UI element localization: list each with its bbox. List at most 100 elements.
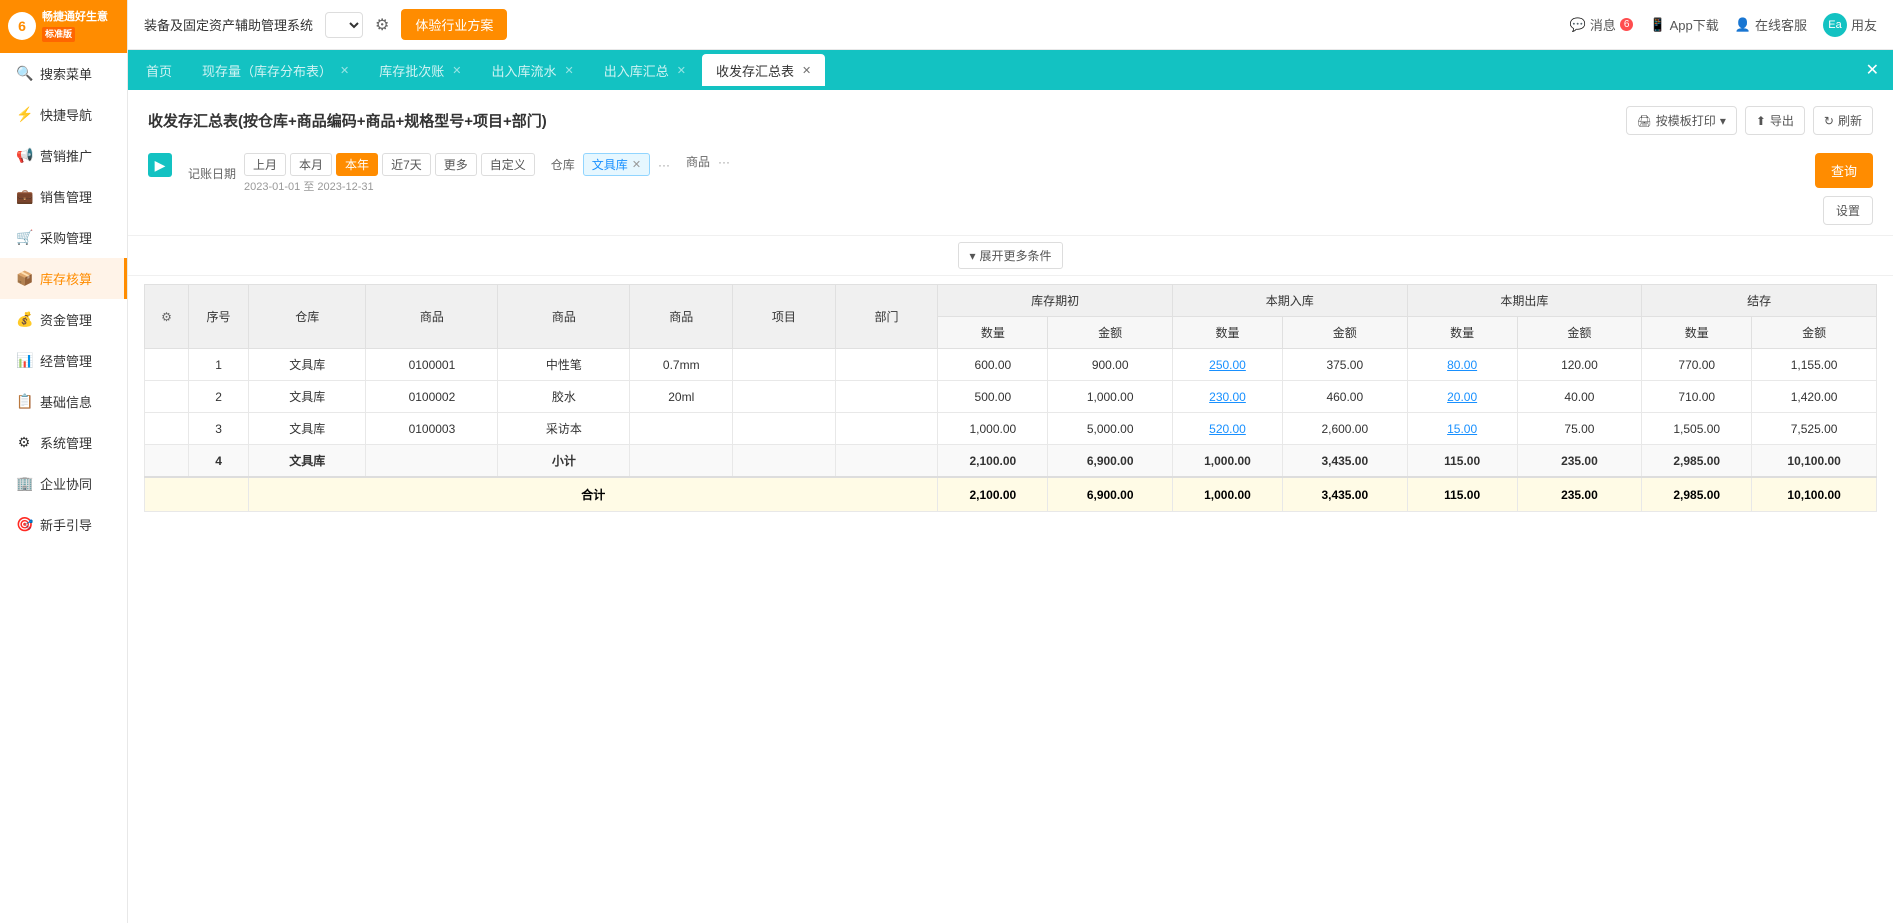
goods-more-icon[interactable]: ··· xyxy=(718,155,730,169)
tab-inout-summary[interactable]: 出入库汇总 ✕ xyxy=(590,54,700,86)
sidebar-item-operations[interactable]: 📊经营管理 xyxy=(0,340,127,381)
tab-batch[interactable]: 库存批次账✕ xyxy=(365,54,475,86)
th-in-qty: 数量 xyxy=(1173,317,1283,349)
sidebar-item-guide[interactable]: 🎯新手引导 xyxy=(0,504,127,545)
sidebar-label-corp: 企业协同 xyxy=(40,474,92,493)
cell-closing-amt-1: 1,420.00 xyxy=(1752,381,1877,413)
exp-btn[interactable]: 体验行业方案 xyxy=(401,9,507,40)
curr-month-btn[interactable]: 本月 xyxy=(290,153,332,176)
table-footer-row: 合计 2,100.00 6,900.00 1,000.00 3,435.00 1… xyxy=(145,477,1877,512)
quick-icon: ⚡ xyxy=(16,106,32,123)
cell-in-qty-2[interactable]: 520.00 xyxy=(1173,413,1283,445)
cell-out-amt-0: 120.00 xyxy=(1517,349,1642,381)
inventory-icon: 📦 xyxy=(16,270,32,287)
date-range-display: 2023-01-01 至 2023-12-31 xyxy=(244,178,535,194)
warehouse-tag-close[interactable]: ✕ xyxy=(632,158,641,171)
refresh-btn[interactable]: ↻ 刷新 xyxy=(1813,106,1873,135)
query-btn[interactable]: 查询 xyxy=(1815,153,1873,188)
table-settings-th[interactable]: ⚙ xyxy=(145,285,189,349)
sidebar-item-purchase[interactable]: 🛒采购管理 xyxy=(0,217,127,258)
cell-opening-qty-2: 1,000.00 xyxy=(938,413,1048,445)
tab-stock-dist[interactable]: 现存量（库存分布表）✕ xyxy=(188,54,363,86)
tab-close-stock-dist[interactable]: ✕ xyxy=(340,64,349,77)
footer-opening-amt: 6,900.00 xyxy=(1048,477,1173,512)
app-download-label: App下载 xyxy=(1670,15,1719,34)
export-btn[interactable]: ⬆ 导出 xyxy=(1745,106,1805,135)
sidebar-item-quick[interactable]: ⚡快捷导航 xyxy=(0,94,127,135)
custom-date-btn[interactable]: 自定义 xyxy=(481,153,535,176)
sidebar-item-system[interactable]: ⚙ 系统管理 xyxy=(0,422,127,463)
warehouse-value: 文具库 xyxy=(592,156,628,173)
cell-in-qty-1[interactable]: 230.00 xyxy=(1173,381,1283,413)
th-out-qty: 数量 xyxy=(1407,317,1517,349)
expand-chevron-icon: ▾ xyxy=(969,249,975,263)
goods-label: 商品 xyxy=(686,153,710,170)
finance-icon: 💰 xyxy=(16,311,32,328)
marketing-icon: 📢 xyxy=(16,147,32,164)
tab-label-inout-summary: 出入库汇总 xyxy=(604,61,669,80)
tab-close-batch[interactable]: ✕ xyxy=(452,64,461,77)
expand-conditions-row: ▾ 展开更多条件 xyxy=(128,236,1893,276)
sidebar-item-sales[interactable]: 💼销售管理 xyxy=(0,176,127,217)
system-icon: ⚙ xyxy=(16,434,32,451)
expand-conditions-btn[interactable]: ▾ 展开更多条件 xyxy=(958,242,1062,269)
tab-recv-send[interactable]: 收发存汇总表✕ xyxy=(702,54,825,86)
message-item[interactable]: 💬 消息 6 xyxy=(1570,15,1634,34)
sidebar-label-marketing: 营销推广 xyxy=(40,146,92,165)
online-service-item[interactable]: 👤 在线客服 xyxy=(1735,15,1807,34)
sidebar-item-base[interactable]: 📋基础信息 xyxy=(0,381,127,422)
main-area: 装备及固定资产辅助管理系统 ⚙ 体验行业方案 💬 消息 6 📱 App下载 👤 … xyxy=(128,0,1893,923)
user-item[interactable]: Ea 用友 xyxy=(1823,13,1877,37)
th-out-amt: 金额 xyxy=(1517,317,1642,349)
cell-in-qty-0[interactable]: 250.00 xyxy=(1173,349,1283,381)
seven-days-btn[interactable]: 近7天 xyxy=(382,153,431,176)
tab-close-inout-summary[interactable]: ✕ xyxy=(677,64,686,77)
tab-home[interactable]: 首页 xyxy=(132,54,186,86)
th-opening: 库存期初 xyxy=(938,285,1173,317)
cell-name-1: 胶水 xyxy=(498,381,630,413)
cell-out-qty-2[interactable]: 15.00 xyxy=(1407,413,1517,445)
curr-year-btn[interactable]: 本年 xyxy=(336,153,378,176)
page-header: 收发存汇总表(按仓库+商品编码+商品+规格型号+项目+部门) 🖨 按模板打印 ▾… xyxy=(128,90,1893,143)
setting-btn[interactable]: 设置 xyxy=(1823,196,1873,225)
prev-month-btn[interactable]: 上月 xyxy=(244,153,286,176)
sidebar-item-corp[interactable]: 🏢 企业协同 xyxy=(0,463,127,504)
sidebar-item-inventory[interactable]: 📦库存核算 xyxy=(0,258,127,299)
cell-out-qty-1[interactable]: 20.00 xyxy=(1407,381,1517,413)
sidebar-item-search[interactable]: 🔍搜索菜单 xyxy=(0,53,127,94)
cell-name-2: 采访本 xyxy=(498,413,630,445)
header-settings-icon[interactable]: ⚙ xyxy=(375,15,389,35)
th-rownum: 序号 xyxy=(188,285,248,349)
cell-project-3 xyxy=(733,445,836,478)
cell-closing-amt-0: 1,155.00 xyxy=(1752,349,1877,381)
cell-out-qty-0[interactable]: 80.00 xyxy=(1407,349,1517,381)
filter-toggle-btn[interactable]: ▶ xyxy=(148,153,172,177)
cell-in-qty-3: 1,000.00 xyxy=(1173,445,1283,478)
expand-label: 展开更多条件 xyxy=(980,247,1052,264)
cell-warehouse-1: 文具库 xyxy=(249,381,366,413)
cell-code-0: 0100001 xyxy=(366,349,498,381)
corp-icon: 🏢 xyxy=(16,475,32,492)
tabs-close-all-icon[interactable]: ✕ xyxy=(1856,60,1889,80)
purchase-icon: 🛒 xyxy=(16,229,32,246)
print-btn[interactable]: 🖨 按模板打印 ▾ xyxy=(1626,106,1737,135)
date-buttons: 上月 本月 本年 近7天 更多 自定义 xyxy=(244,153,535,176)
app-download-item[interactable]: 📱 App下载 xyxy=(1649,15,1718,34)
cell-opening-amt-0: 900.00 xyxy=(1048,349,1173,381)
warehouse-label: 仓库 xyxy=(551,156,575,173)
export-label: 导出 xyxy=(1770,112,1794,129)
tab-inout-flow[interactable]: 出入库流水✕ xyxy=(477,54,587,86)
message-icon: 💬 xyxy=(1570,17,1586,33)
th-project: 项目 xyxy=(733,285,836,349)
tab-close-inout-flow[interactable]: ✕ xyxy=(565,64,574,77)
sidebar-item-marketing[interactable]: 📢 营销推广 xyxy=(0,135,127,176)
more-date-btn[interactable]: 更多 xyxy=(435,153,477,176)
header-select[interactable] xyxy=(325,12,363,38)
print-chevron: ▾ xyxy=(1720,114,1726,128)
warehouse-more-icon[interactable]: ··· xyxy=(658,158,670,172)
tab-close-recv-send[interactable]: ✕ xyxy=(802,64,811,77)
service-icon: 👤 xyxy=(1735,17,1751,33)
sidebar-label-system: 系统管理 xyxy=(40,433,92,452)
sidebar-item-finance[interactable]: 💰资金管理 xyxy=(0,299,127,340)
cell-opening-qty-1: 500.00 xyxy=(938,381,1048,413)
